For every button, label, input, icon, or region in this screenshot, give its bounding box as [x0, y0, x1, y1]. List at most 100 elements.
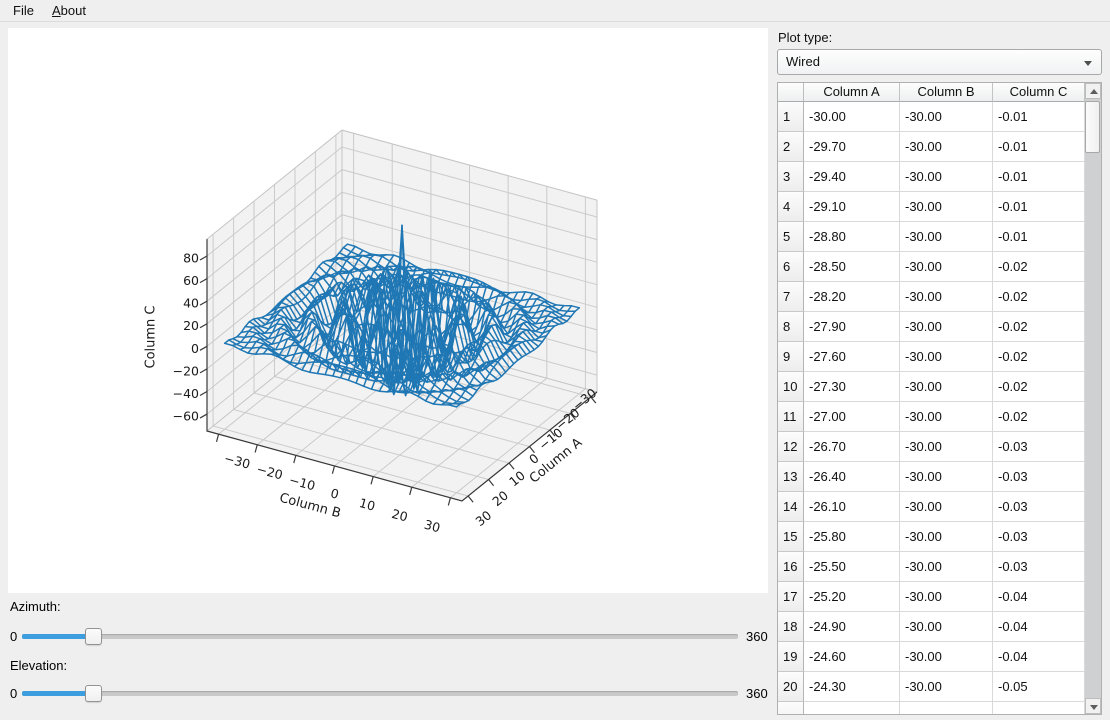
cell-column-a[interactable]: -28.20	[804, 282, 900, 312]
cell-column-c[interactable]: -0.02	[993, 342, 1085, 372]
cell-column-b[interactable]: -30.00	[900, 642, 993, 672]
cell-column-c[interactable]: -0.02	[993, 312, 1085, 342]
cell-column-a[interactable]: -26.40	[804, 462, 900, 492]
cell-column-a[interactable]: -29.40	[804, 162, 900, 192]
cell-column-a[interactable]: -24.60	[804, 642, 900, 672]
cell-column-a[interactable]: -27.60	[804, 342, 900, 372]
cell-column-b[interactable]: -30.00	[900, 672, 993, 702]
menu-file[interactable]: File	[4, 0, 43, 22]
row-header[interactable]: 11	[778, 402, 804, 432]
cell-column-b[interactable]: -30.00	[900, 492, 993, 522]
scrollbar-thumb[interactable]	[1085, 101, 1100, 153]
column-header-b[interactable]: Column B	[900, 83, 993, 102]
cell-column-b[interactable]: -30.00	[900, 102, 993, 132]
cell-column-a[interactable]: -29.70	[804, 132, 900, 162]
cell-column-c[interactable]: -0.02	[993, 282, 1085, 312]
row-header[interactable]: 20	[778, 672, 804, 702]
elevation-slider-handle[interactable]	[85, 685, 102, 702]
cell-column-c[interactable]: -0.03	[993, 522, 1085, 552]
cell-column-c[interactable]: -0.04	[993, 582, 1085, 612]
cell-column-c[interactable]: -0.03	[993, 462, 1085, 492]
cell-column-a[interactable]: -25.50	[804, 552, 900, 582]
elevation-slider[interactable]	[22, 691, 738, 696]
cell-column-b[interactable]: -30.00	[900, 282, 993, 312]
cell-column-a[interactable]: -28.80	[804, 222, 900, 252]
cell-column-b[interactable]: -30.00	[900, 402, 993, 432]
cell-column-c[interactable]: -0.01	[993, 102, 1085, 132]
cell-column-b[interactable]: -30.00	[900, 312, 993, 342]
row-header[interactable]: 10	[778, 372, 804, 402]
cell-column-b[interactable]: -30.00	[900, 462, 993, 492]
row-header[interactable]: 6	[778, 252, 804, 282]
cell-column-a[interactable]: -30.00	[804, 102, 900, 132]
column-header-c[interactable]: Column C	[993, 83, 1085, 102]
row-header[interactable]: 17	[778, 582, 804, 612]
cell-column-a[interactable]: -26.70	[804, 432, 900, 462]
cell-column-a[interactable]: -25.20	[804, 582, 900, 612]
azimuth-slider[interactable]	[22, 634, 738, 639]
cell-column-b[interactable]: -30.00	[900, 522, 993, 552]
cell-column-b[interactable]: -30.00	[900, 552, 993, 582]
cell-column-c[interactable]: -0.02	[993, 402, 1085, 432]
cell-column-b[interactable]: -30.00	[900, 432, 993, 462]
cell-column-c[interactable]: -0.01	[993, 132, 1085, 162]
cell-column-a[interactable]	[804, 702, 900, 714]
cell-column-c[interactable]: -0.01	[993, 162, 1085, 192]
row-header[interactable]: 8	[778, 312, 804, 342]
cell-column-b[interactable]: -30.00	[900, 192, 993, 222]
cell-column-c[interactable]: -0.01	[993, 222, 1085, 252]
cell-column-b[interactable]: -30.00	[900, 582, 993, 612]
cell-column-a[interactable]: -27.90	[804, 312, 900, 342]
cell-column-b[interactable]: -30.00	[900, 252, 993, 282]
row-header[interactable]: 13	[778, 462, 804, 492]
cell-column-a[interactable]: -27.00	[804, 402, 900, 432]
row-header[interactable]	[778, 702, 804, 714]
menu-about[interactable]: About	[43, 0, 95, 22]
cell-column-c[interactable]: -0.03	[993, 552, 1085, 582]
row-header[interactable]: 19	[778, 642, 804, 672]
cell-column-c[interactable]: -0.05	[993, 672, 1085, 702]
column-header-a[interactable]: Column A	[804, 83, 900, 102]
cell-column-c[interactable]: -0.02	[993, 252, 1085, 282]
row-header[interactable]: 3	[778, 162, 804, 192]
cell-column-a[interactable]: -25.80	[804, 522, 900, 552]
row-header[interactable]: 14	[778, 492, 804, 522]
cell-column-a[interactable]: -24.30	[804, 672, 900, 702]
cell-column-b[interactable]: -30.00	[900, 162, 993, 192]
cell-column-b[interactable]: -30.00	[900, 132, 993, 162]
cell-column-b[interactable]: -30.00	[900, 222, 993, 252]
row-header[interactable]: 15	[778, 522, 804, 552]
cell-column-b[interactable]: -30.00	[900, 342, 993, 372]
row-header[interactable]: 16	[778, 552, 804, 582]
cell-column-c[interactable]: -0.04	[993, 612, 1085, 642]
row-header[interactable]: 1	[778, 102, 804, 132]
scroll-down-button[interactable]	[1085, 698, 1101, 714]
cell-column-b[interactable]	[900, 702, 993, 714]
cell-column-b[interactable]: -30.00	[900, 372, 993, 402]
cell-column-a[interactable]: -28.50	[804, 252, 900, 282]
cell-column-c[interactable]	[993, 702, 1085, 714]
scroll-up-button[interactable]	[1085, 83, 1101, 99]
cell-column-a[interactable]: -29.10	[804, 192, 900, 222]
row-header[interactable]: 7	[778, 282, 804, 312]
row-header[interactable]: 12	[778, 432, 804, 462]
svg-text:0: 0	[191, 341, 199, 356]
cell-column-a[interactable]: -24.90	[804, 612, 900, 642]
row-header[interactable]: 4	[778, 192, 804, 222]
row-header[interactable]: 9	[778, 342, 804, 372]
row-header[interactable]: 5	[778, 222, 804, 252]
cell-column-c[interactable]: -0.03	[993, 432, 1085, 462]
azimuth-slider-handle[interactable]	[85, 628, 102, 645]
cell-column-c[interactable]: -0.01	[993, 192, 1085, 222]
cell-column-a[interactable]: -27.30	[804, 372, 900, 402]
cell-column-a[interactable]: -26.10	[804, 492, 900, 522]
cell-column-c[interactable]: -0.04	[993, 642, 1085, 672]
plot-type-dropdown[interactable]: Wired	[777, 49, 1102, 75]
row-header[interactable]: 18	[778, 612, 804, 642]
cell-column-b[interactable]: -30.00	[900, 612, 993, 642]
cell-column-c[interactable]: -0.03	[993, 492, 1085, 522]
table-corner-cell[interactable]	[778, 83, 804, 102]
table-scrollbar[interactable]	[1085, 83, 1101, 714]
row-header[interactable]: 2	[778, 132, 804, 162]
cell-column-c[interactable]: -0.02	[993, 372, 1085, 402]
